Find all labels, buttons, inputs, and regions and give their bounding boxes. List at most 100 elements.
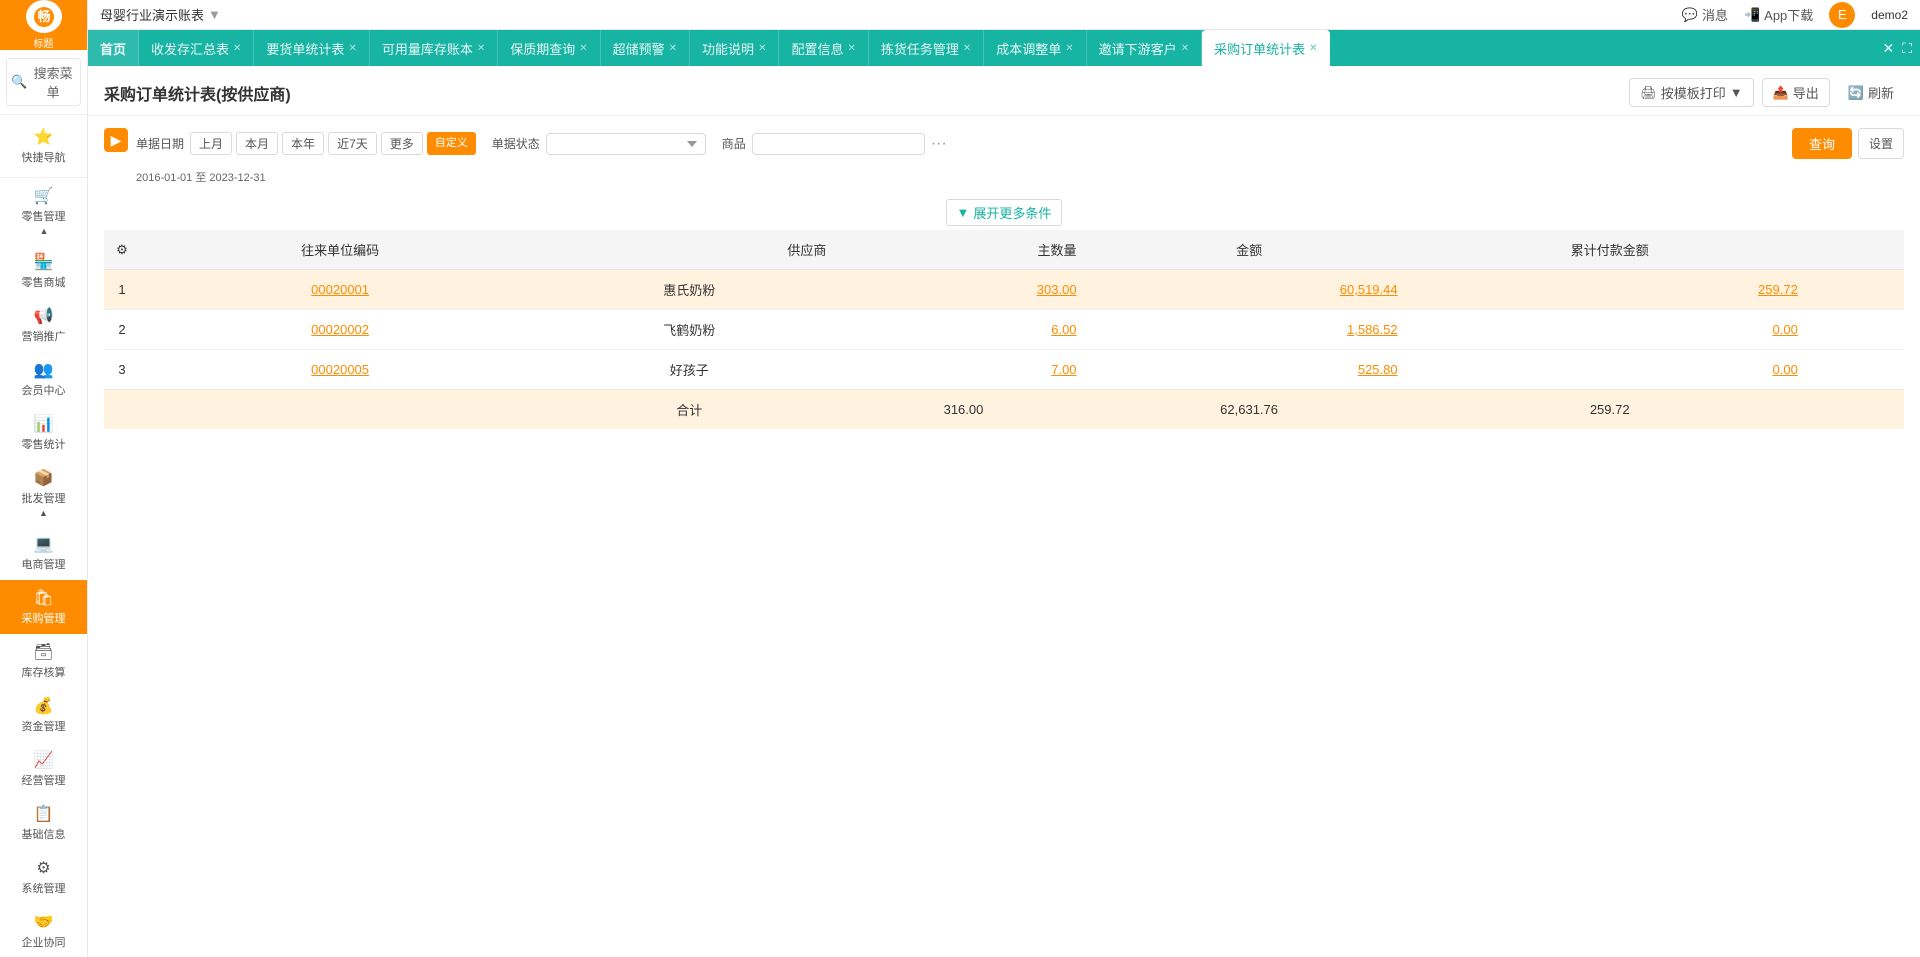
refresh-button[interactable]: 🔄 刷新 xyxy=(1838,79,1904,106)
user-name[interactable]: demo2 xyxy=(1871,8,1908,22)
workspace-selector[interactable]: 母婴行业演示账表 ▼ xyxy=(100,5,1674,24)
footer-empty-2 xyxy=(140,390,540,430)
tab-baoyuqi[interactable]: 保质期查询 ✕ xyxy=(498,30,600,66)
filter-goods-item: 商品 ··· xyxy=(722,133,947,155)
close-tab-gongneng-icon[interactable]: ✕ xyxy=(758,43,766,54)
close-tab-keyongliang-icon[interactable]: ✕ xyxy=(477,43,485,54)
sidebar-item-stock[interactable]: 🗃 库存核算 xyxy=(0,634,87,688)
tab-peizhi[interactable]: 配置信息 ✕ xyxy=(779,30,868,66)
sidebar-item-ecommerce[interactable]: 💻 电商管理 xyxy=(0,526,87,580)
table-row: 1 00020001 惠氏奶粉 303.00 60,519.44 259.72 xyxy=(104,270,1904,310)
tab-pahuo[interactable]: 拣货任务管理 ✕ xyxy=(869,30,984,66)
filter-goods-more-icon[interactable]: ··· xyxy=(931,135,947,153)
row-extra xyxy=(1810,350,1904,390)
table-container: ⚙ 往来单位编码 供应商 主数量 金额 累计付款金额 1 00020001 惠氏… xyxy=(88,230,1920,429)
close-tab-yaohuo-icon[interactable]: ✕ xyxy=(348,43,356,54)
message-button[interactable]: 💬 消息 xyxy=(1682,5,1728,24)
tab-keyongliang[interactable]: 可用量库存账本 ✕ xyxy=(370,30,498,66)
tab-yaohuo[interactable]: 要货单统计表 ✕ xyxy=(254,30,369,66)
row-paid: 0.00 xyxy=(1410,310,1810,350)
sidebar-item-retail[interactable]: 🛒 零售管理 ▲ xyxy=(0,178,87,244)
footer-qty: 316.00 xyxy=(838,390,1088,430)
page-content: 采购订单统计表(按供应商) 🖨 按模板打印 ▼ 📤 导出 🔄 刷新 xyxy=(88,66,1920,957)
row-extra xyxy=(1810,310,1904,350)
message-icon: 💬 xyxy=(1682,7,1698,23)
row-supplier: 好孩子 xyxy=(540,350,838,390)
tab-home[interactable]: 首页 xyxy=(88,30,139,66)
tabs-expand-icon[interactable]: ⛶ xyxy=(1902,40,1912,57)
row-qty: 303.00 xyxy=(838,270,1088,310)
table-row: 2 00020002 飞鹤奶粉 6.00 1,586.52 0.00 xyxy=(104,310,1904,350)
tab-yaoqing[interactable]: 邀请下游客户 ✕ xyxy=(1087,30,1202,66)
row-paid: 0.00 xyxy=(1410,350,1810,390)
sidebar-item-enterprise[interactable]: 🤝 企业协同 xyxy=(0,904,87,957)
filter-this-year-btn[interactable]: 本年 xyxy=(282,132,324,155)
table-row: 3 00020005 好孩子 7.00 525.80 0.00 xyxy=(104,350,1904,390)
filter-date-quick-btns: 上月 本月 本年 近7天 更多 自定义 xyxy=(190,132,476,155)
print-button[interactable]: 🖨 按模板打印 ▼ xyxy=(1629,78,1753,107)
query-button[interactable]: 查询 xyxy=(1792,128,1852,159)
search-menu-button[interactable]: 🔍 搜索菜单 xyxy=(6,58,81,106)
sidebar-item-system[interactable]: ⚙ 系统管理 xyxy=(0,850,87,904)
svg-text:畅: 畅 xyxy=(37,9,50,24)
close-tab-pahuo-icon[interactable]: ✕ xyxy=(963,43,971,54)
quick-nav-item[interactable]: ⭐ 快捷导航 xyxy=(0,119,87,173)
sidebar-item-batch[interactable]: 📦 批发管理 ▲ xyxy=(0,460,87,526)
sidebar-item-base[interactable]: 📋 基础信息 xyxy=(0,796,87,850)
filter-status-item: 单据状态 xyxy=(492,133,706,155)
row-qty: 6.00 xyxy=(838,310,1088,350)
settings-button[interactable]: 设置 xyxy=(1858,128,1904,159)
close-tab-shoufaX-icon[interactable]: ✕ xyxy=(233,43,241,54)
sidebar-item-purchase[interactable]: 🛍 采购管理 xyxy=(0,580,87,634)
close-tab-chengben-icon[interactable]: ✕ xyxy=(1065,43,1073,54)
page-header: 采购订单统计表(按供应商) 🖨 按模板打印 ▼ 📤 导出 🔄 刷新 xyxy=(88,66,1920,116)
tab-chengben[interactable]: 成本调整单 ✕ xyxy=(984,30,1086,66)
sidebar-item-member[interactable]: 👥 会员中心 xyxy=(0,352,87,406)
user-avatar[interactable]: E xyxy=(1829,2,1855,28)
filter-status-label: 单据状态 xyxy=(492,135,540,152)
tab-caigou[interactable]: 采购订单统计表 ✕ xyxy=(1202,30,1330,66)
row-no: 2 xyxy=(104,310,140,350)
tab-shoufaX[interactable]: 收发存汇总表 ✕ xyxy=(139,30,254,66)
row-amount: 60,519.44 xyxy=(1089,270,1410,310)
tabs-close-all-icon[interactable]: ✕ xyxy=(1882,40,1894,57)
row-qty: 7.00 xyxy=(838,350,1088,390)
row-amount: 525.80 xyxy=(1089,350,1410,390)
export-icon: 📤 xyxy=(1773,85,1789,101)
app-download-button[interactable]: 📲 App下载 xyxy=(1744,5,1813,24)
close-tab-baoyuqi-icon[interactable]: ✕ xyxy=(579,43,587,54)
sidebar-item-marketing[interactable]: 📢 营销推广 xyxy=(0,298,87,352)
sidebar-item-retail-stat[interactable]: 📊 零售统计 xyxy=(0,406,87,460)
export-button[interactable]: 📤 导出 xyxy=(1762,78,1830,107)
row-supplier: 惠氏奶粉 xyxy=(540,270,838,310)
col-code: 往来单位编码 xyxy=(140,230,540,270)
col-settings-icon[interactable]: ⚙ xyxy=(104,230,140,270)
close-tab-chaochuyujing-icon[interactable]: ✕ xyxy=(669,43,677,54)
filter-goods-input[interactable] xyxy=(752,133,925,155)
filter-7days-btn[interactable]: 近7天 xyxy=(328,132,377,155)
filter-collapse-button[interactable]: ▶ xyxy=(104,128,128,152)
row-code: 00020002 xyxy=(140,310,540,350)
filter-section: ▶ 单据日期 上月 本月 本年 近7天 更多 自定义 xyxy=(88,116,1920,230)
download-icon: 📲 xyxy=(1744,7,1760,23)
close-tab-yaoqing-icon[interactable]: ✕ xyxy=(1181,43,1189,54)
col-paid: 累计付款金额 xyxy=(1410,230,1810,270)
tab-chaochuyujing[interactable]: 超储预警 ✕ xyxy=(601,30,690,66)
filter-date-item: 单据日期 上月 本月 本年 近7天 更多 自定义 xyxy=(136,132,476,155)
filter-status-select[interactable] xyxy=(546,133,706,155)
sidebar-item-capital[interactable]: 💰 资金管理 xyxy=(0,688,87,742)
sidebar-item-operation[interactable]: 📈 经营管理 xyxy=(0,742,87,796)
sidebar-item-retail-shop[interactable]: 🏪 零售商城 xyxy=(0,244,87,298)
tab-gongneng[interactable]: 功能说明 ✕ xyxy=(690,30,779,66)
nav-tabs: 首页 收发存汇总表 ✕ 要货单统计表 ✕ 可用量库存账本 ✕ 保质期查询 ✕ 超… xyxy=(88,30,1920,66)
footer-empty-1 xyxy=(104,390,140,430)
filter-last-month-btn[interactable]: 上月 xyxy=(190,132,232,155)
close-tab-peizhi-icon[interactable]: ✕ xyxy=(847,43,855,54)
app-logo[interactable]: 畅 标题 xyxy=(0,0,87,50)
expand-more-button[interactable]: ▼ 展开更多条件 xyxy=(946,199,1063,226)
nav-tabs-end: ✕ ⛶ xyxy=(1874,30,1920,66)
filter-this-month-btn[interactable]: 本月 xyxy=(236,132,278,155)
filter-more-btn[interactable]: 更多 xyxy=(381,132,423,155)
topbar-actions: 💬 消息 📲 App下载 E demo2 xyxy=(1682,2,1908,28)
close-tab-caigou-icon[interactable]: ✕ xyxy=(1309,43,1317,54)
